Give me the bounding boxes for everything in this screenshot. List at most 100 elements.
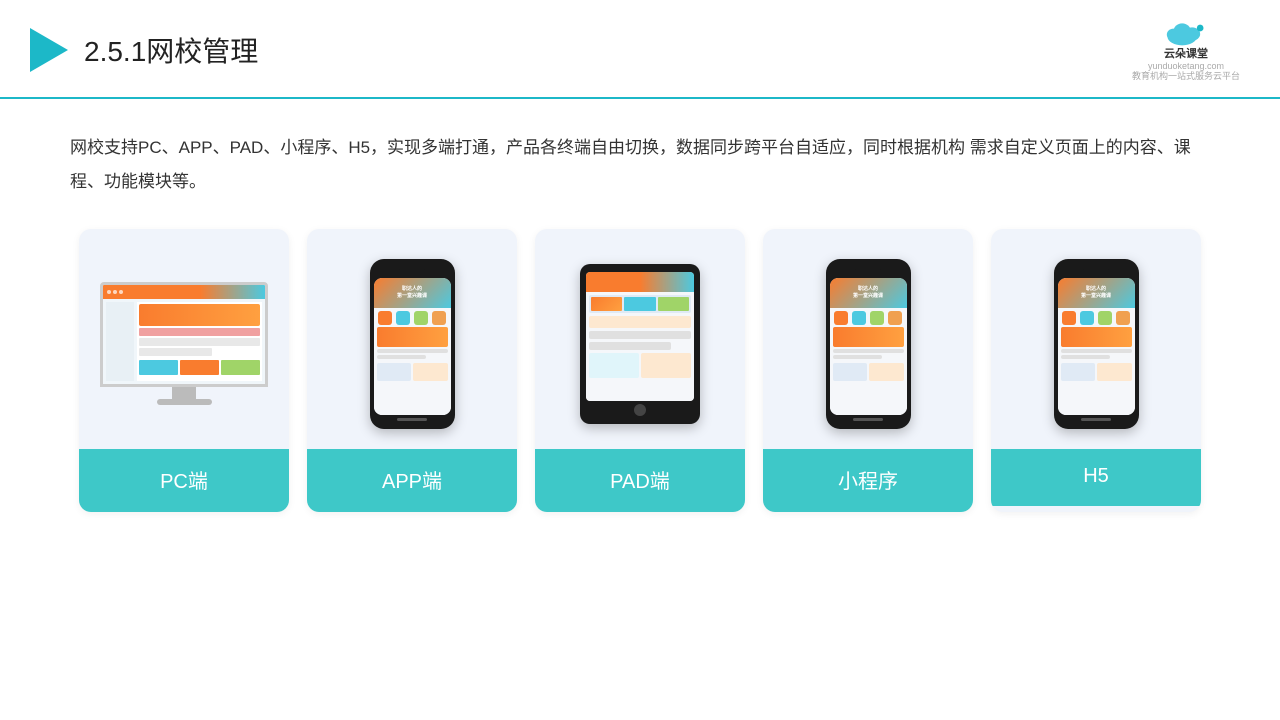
phone-icon-row-h5 <box>1061 311 1132 325</box>
tablet-home <box>634 404 646 416</box>
monitor-banner <box>139 304 260 326</box>
phone-icon-row-mini <box>833 311 904 325</box>
main-content: 网校支持PC、APP、PAD、小程序、H5，实现多端打通，产品各终端自由切换，数… <box>0 99 1280 532</box>
tablet-row4 <box>589 342 671 350</box>
phone-mock-app: 职达人的第一堂兴趣课 <box>370 259 455 429</box>
monitor-row3 <box>139 348 212 356</box>
card-mini-label: 小程序 <box>763 449 973 512</box>
mini-icon3 <box>870 311 884 325</box>
phone-screen-body-mini <box>830 308 907 415</box>
card-mini-image: 职达人的第一堂兴趣课 <box>763 229 973 449</box>
logo-domain: yunduoketang.com <box>1148 61 1224 71</box>
phone-screen-text-mini: 职达人的第一堂兴趣课 <box>853 286 883 299</box>
monitor-grid-cell2 <box>180 360 219 375</box>
mini-cards <box>833 363 904 381</box>
phone-screen-top-mini: 职达人的第一堂兴趣课 <box>830 278 907 308</box>
monitor-base <box>157 399 212 405</box>
tablet-cell3 <box>658 297 689 311</box>
mini-text1 <box>833 349 904 353</box>
title-number: 2.5.1 <box>84 36 146 67</box>
header-left: 2.5.1网校管理 <box>30 28 258 72</box>
monitor-row2 <box>139 338 260 346</box>
logo-area: 云朵课堂 yunduoketang.com 教育机构一站式服务云平台 <box>1132 18 1240 83</box>
phone-text1 <box>377 349 448 353</box>
logo-name: 云朵课堂 <box>1164 48 1208 61</box>
h5-text1 <box>1061 349 1132 353</box>
tablet-mock <box>580 264 700 424</box>
tablet-row3 <box>589 331 691 339</box>
phone-screen-text-h5: 职达人的第一堂兴趣课 <box>1081 286 1111 299</box>
tablet-cols <box>589 353 691 378</box>
monitor-main <box>137 302 262 381</box>
tablet-bcol1 <box>589 353 639 378</box>
tablet-cell2 <box>624 297 655 311</box>
card-pad-label: PAD端 <box>535 449 745 512</box>
icon-box1 <box>378 311 392 325</box>
h5-text2 <box>1061 355 1111 359</box>
dot1 <box>107 290 111 294</box>
h5-icon3 <box>1098 311 1112 325</box>
card-pc-image <box>79 229 289 449</box>
phone-screen-text-app: 职达人的第一堂兴趣课 <box>397 286 427 299</box>
card-app: 职达人的第一堂兴趣课 <box>307 229 517 512</box>
icon-box3 <box>414 311 428 325</box>
tablet-body <box>586 292 694 401</box>
card-app-label: APP端 <box>307 449 517 512</box>
phone-mock-mini: 职达人的第一堂兴趣课 <box>826 259 911 429</box>
monitor-top-bar <box>103 285 265 299</box>
phone-icon-row1 <box>377 311 448 325</box>
tablet-row1 <box>589 295 691 313</box>
title-text: 网校管理 <box>146 36 258 67</box>
h5-cards <box>1061 363 1132 381</box>
tablet-bcol2 <box>641 353 691 378</box>
monitor-grid-cell1 <box>139 360 178 375</box>
monitor-content <box>103 285 265 384</box>
icon-box2 <box>396 311 410 325</box>
monitor-body <box>103 299 265 384</box>
card-pc: PC端 <box>79 229 289 512</box>
phone-cards <box>377 363 448 381</box>
phone-banner-app <box>377 327 448 347</box>
icon-box4 <box>432 311 446 325</box>
tablet-screen <box>586 272 694 401</box>
card-pc-label: PC端 <box>79 449 289 512</box>
h5-card2 <box>1097 363 1132 381</box>
phone-notch-h5 <box>1082 269 1110 274</box>
phone-banner-h5 <box>1061 327 1132 347</box>
monitor-stand <box>172 387 196 399</box>
tablet-top-bar <box>586 272 694 292</box>
phone-screen-body-app <box>374 308 451 415</box>
logo-tagline: 教育机构一站式服务云平台 <box>1132 71 1240 83</box>
phone-notch-app <box>398 269 426 274</box>
tablet-row2 <box>589 316 691 328</box>
card-pad-image <box>535 229 745 449</box>
card-mini: 职达人的第一堂兴趣课 <box>763 229 973 512</box>
mini-icon2 <box>852 311 866 325</box>
page-title: 2.5.1网校管理 <box>84 30 258 70</box>
mini-card1 <box>833 363 868 381</box>
phone-home-mini <box>853 418 883 421</box>
phone-card2 <box>413 363 448 381</box>
phone-banner-mini <box>833 327 904 347</box>
mini-icon1 <box>834 311 848 325</box>
phone-screen-h5: 职达人的第一堂兴趣课 <box>1058 278 1135 415</box>
monitor-sidebar <box>106 302 134 381</box>
h5-icon1 <box>1062 311 1076 325</box>
description-text: 网校支持PC、APP、PAD、小程序、H5，实现多端打通，产品各终端自由切换，数… <box>70 131 1210 199</box>
cards-row: PC端 职达人的第一堂兴趣课 <box>70 229 1210 512</box>
monitor-screen <box>100 282 268 387</box>
tablet-cell1 <box>591 297 622 311</box>
phone-card1 <box>377 363 412 381</box>
phone-screen-top-h5: 职达人的第一堂兴趣课 <box>1058 278 1135 308</box>
logo-icon <box>1158 18 1213 48</box>
card-h5: 职达人的第一堂兴趣课 <box>991 229 1201 512</box>
phone-home-h5 <box>1081 418 1111 421</box>
mini-card2 <box>869 363 904 381</box>
description-body: 网校支持PC、APP、PAD、小程序、H5，实现多端打通，产品各终端自由切换，数… <box>70 138 1191 191</box>
phone-screen-body-h5 <box>1058 308 1135 415</box>
mini-text2 <box>833 355 883 359</box>
header: 2.5.1网校管理 云朵课堂 yunduoketang.com 教育机构一站式服… <box>0 0 1280 99</box>
monitor-row1 <box>139 328 260 336</box>
h5-card1 <box>1061 363 1096 381</box>
mini-icon4 <box>888 311 902 325</box>
